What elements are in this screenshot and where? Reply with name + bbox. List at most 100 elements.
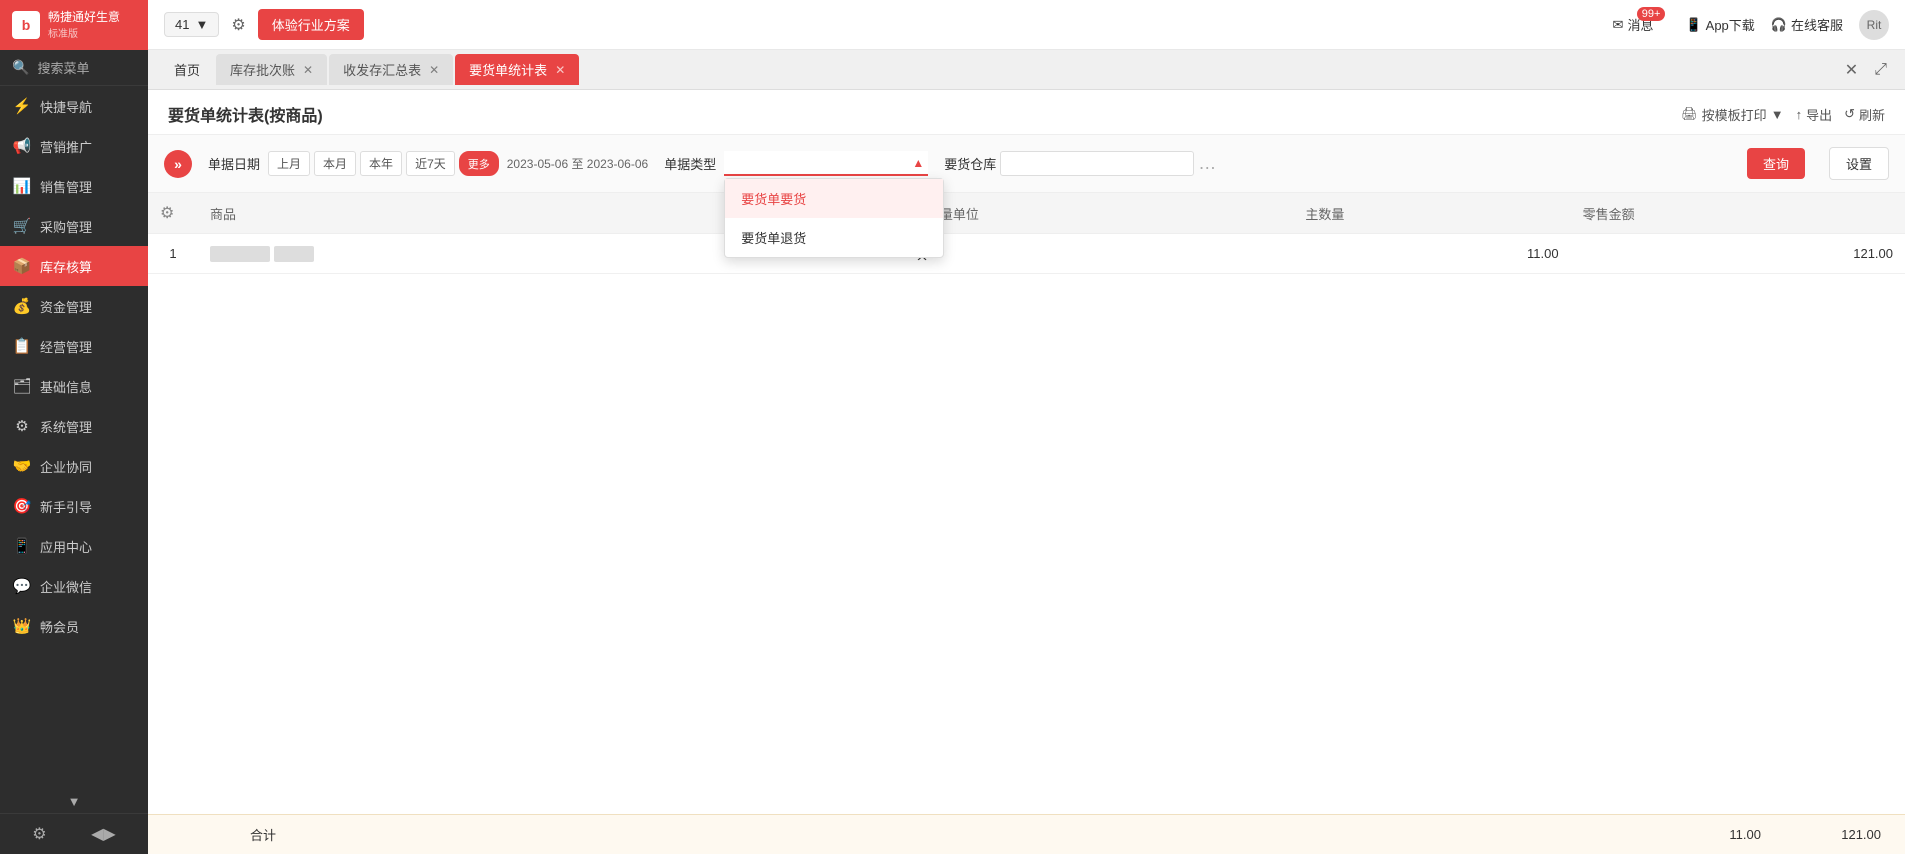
tab-home[interactable]: 首页 xyxy=(160,54,214,85)
tab-order-close[interactable]: ✕ xyxy=(555,63,565,77)
message-button[interactable]: ✉ 消息 99+ xyxy=(1613,15,1654,34)
dropdown-item-order-goods[interactable]: 要货单要货 xyxy=(725,179,943,218)
sidebar-item-label: 系统管理 xyxy=(40,417,92,436)
logo-icon: b xyxy=(12,11,40,39)
sidebar-item-finance[interactable]: 💰 资金管理 xyxy=(0,286,148,326)
online-service-button[interactable]: 🎧 在线客服 xyxy=(1771,15,1843,34)
sidebar-search-label: 搜索菜单 xyxy=(37,58,89,77)
tab-receive-close[interactable]: ✕ xyxy=(429,63,439,77)
product-name-blurred xyxy=(210,246,270,262)
table-footer: 合计 11.00 121.00 xyxy=(148,814,1905,854)
sidebar-item-sales[interactable]: 📊 销售管理 xyxy=(0,166,148,206)
app-download-button[interactable]: 📱 App下载 xyxy=(1685,15,1754,34)
trial-button[interactable]: 体验行业方案 xyxy=(258,9,364,40)
warehouse-filter-input[interactable] xyxy=(1000,151,1194,176)
date-btn-prev-month[interactable]: 上月 xyxy=(268,151,310,176)
data-table: ⚙ 商品 主计量单位 主数量 零售金额 1 xyxy=(148,193,1905,274)
sidebar-item-label: 新手引导 xyxy=(40,497,92,516)
sidebar-item-label: 营销推广 xyxy=(40,137,92,156)
sidebar-item-label: 企业协同 xyxy=(40,457,92,476)
user-avatar[interactable]: Rit xyxy=(1859,10,1889,40)
sidebar-item-label: 基础信息 xyxy=(40,377,92,396)
export-icon: ↑ xyxy=(1796,107,1803,122)
dropdown-item-order-return[interactable]: 要货单退货 xyxy=(725,218,943,257)
col-header-unit: 主计量单位 xyxy=(902,193,1294,234)
print-icon: 🖨 xyxy=(1681,106,1698,122)
print-label: 按模板打印 xyxy=(1702,105,1767,124)
minimize-button[interactable]: ✕ xyxy=(1839,58,1864,82)
filter-expand-button[interactable]: » xyxy=(164,150,192,178)
sidebar-nav: ⚡ 快捷导航 📢 营销推广 📊 销售管理 🛒 采购管理 📦 库存核算 💰 资金管… xyxy=(0,86,148,790)
sidebar-item-app_center[interactable]: 📱 应用中心 xyxy=(0,526,148,566)
type-filter-input[interactable] xyxy=(724,151,928,174)
tab-stock-batch-close[interactable]: ✕ xyxy=(303,63,313,77)
date-btn-this-month[interactable]: 本月 xyxy=(314,151,356,176)
tab-order_summary[interactable]: 要货单统计表 ✕ xyxy=(455,54,579,85)
product-code-blurred xyxy=(274,246,314,262)
col-header-amount: 零售金额 xyxy=(1571,193,1905,234)
col-header-seq: ⚙ xyxy=(148,193,198,234)
cell-amount: 121.00 xyxy=(1571,234,1905,274)
type-dropdown-arrow[interactable]: ▲ xyxy=(912,156,924,170)
export-label: 导出 xyxy=(1806,105,1832,124)
date-range-display: 2023-05-06 至 2023-06-06 xyxy=(507,155,648,172)
footer-qty-total: 11.00 xyxy=(1653,827,1773,842)
warehouse-more-icon[interactable]: … xyxy=(1198,153,1216,174)
sidebar-bottom: ⚙ ◀▶ xyxy=(0,813,148,854)
tabs-bar: 首页 库存批次账 ✕ 收发存汇总表 ✕ 要货单统计表 ✕ ✕ ⤢ xyxy=(148,50,1905,90)
tab-stock_batch[interactable]: 库存批次账 ✕ xyxy=(216,54,327,85)
maximize-button[interactable]: ⤢ xyxy=(1868,58,1893,82)
type-filter-group: 单据类型 ▲ 要货单要货 要货单退货 xyxy=(664,151,928,176)
sidebar-item-label: 销售管理 xyxy=(40,177,92,196)
tab-order-label: 要货单统计表 xyxy=(469,60,547,79)
member-icon: 👑 xyxy=(12,616,32,636)
sidebar-item-purchase[interactable]: 🛒 采购管理 xyxy=(0,206,148,246)
online-service-label: 在线客服 xyxy=(1791,15,1843,34)
cell-unit: 块 xyxy=(902,234,1294,274)
topbar-gear-icon[interactable]: ⚙ xyxy=(231,15,245,35)
column-settings-icon[interactable]: ⚙ xyxy=(160,205,174,222)
sidebar-item-label: 库存核算 xyxy=(40,257,92,276)
date-btn-this-year[interactable]: 本年 xyxy=(360,151,402,176)
settings-button[interactable]: 设置 xyxy=(1829,147,1889,180)
topbar-left: 41 ▼ ⚙ 体验行业方案 xyxy=(164,9,364,40)
sidebar-item-member[interactable]: 👑 畅会员 xyxy=(0,606,148,646)
sidebar-search[interactable]: 🔍 搜索菜单 xyxy=(0,50,148,86)
date-btn-last7days[interactable]: 近7天 xyxy=(406,151,455,176)
message-icon: ✉ xyxy=(1613,17,1624,33)
sidebar-item-guide[interactable]: 🎯 新手引导 xyxy=(0,486,148,526)
sidebar-item-basic[interactable]: 🗂 基础信息 xyxy=(0,366,148,406)
sidebar-item-inventory[interactable]: 📦 库存核算 xyxy=(0,246,148,286)
sidebar-item-quick_nav[interactable]: ⚡ 快捷导航 xyxy=(0,86,148,126)
app-download-label: App下载 xyxy=(1706,15,1755,34)
tab-stock-batch-label: 库存批次账 xyxy=(230,60,295,79)
print-button[interactable]: 🖨 按模板打印 ▼ xyxy=(1681,105,1783,124)
page-title: 要货单统计表(按商品) xyxy=(168,102,323,126)
tab-window-controls: ✕ ⤢ xyxy=(1839,58,1893,82)
finance-icon: 💰 xyxy=(12,296,32,316)
sidebar-collapse-button[interactable]: ◀▶ xyxy=(91,824,116,844)
app-logo: b 畅捷通好生意 标准版 xyxy=(0,0,148,50)
sidebar-item-enterprise[interactable]: 🤝 企业协同 xyxy=(0,446,148,486)
sidebar-settings-button[interactable]: ⚙ xyxy=(32,824,46,844)
sidebar-item-marketing[interactable]: 📢 营销推广 xyxy=(0,126,148,166)
tab-receive_summary[interactable]: 收发存汇总表 ✕ xyxy=(329,54,453,85)
query-button[interactable]: 查询 xyxy=(1747,148,1805,179)
col-header-qty: 主数量 xyxy=(1293,193,1570,234)
type-dropdown-menu: 要货单要货 要货单退货 xyxy=(724,178,944,258)
page-header: 要货单统计表(按商品) 🖨 按模板打印 ▼ ↑ 导出 ↺ 刷新 xyxy=(148,90,1905,135)
date-btn-more[interactable]: 更多 xyxy=(459,151,499,176)
export-button[interactable]: ↑ 导出 xyxy=(1796,105,1833,124)
sidebar-item-label: 资金管理 xyxy=(40,297,92,316)
sales-icon: 📊 xyxy=(12,176,32,196)
org-selector[interactable]: 41 ▼ xyxy=(164,12,219,37)
download-icon: 📱 xyxy=(1685,17,1701,33)
sidebar-item-wechat[interactable]: 💬 企业微信 xyxy=(0,566,148,606)
refresh-button[interactable]: ↺ 刷新 xyxy=(1844,105,1885,124)
sidebar-item-label: 应用中心 xyxy=(40,537,92,556)
page-content: 要货单统计表(按商品) 🖨 按模板打印 ▼ ↑ 导出 ↺ 刷新 xyxy=(148,90,1905,854)
sidebar-item-operation[interactable]: 📋 经营管理 xyxy=(0,326,148,366)
sidebar-item-system[interactable]: ⚙ 系统管理 xyxy=(0,406,148,446)
app-badge: 标准版 xyxy=(48,25,120,40)
sidebar-scroll-down[interactable]: ▼ xyxy=(0,790,148,813)
